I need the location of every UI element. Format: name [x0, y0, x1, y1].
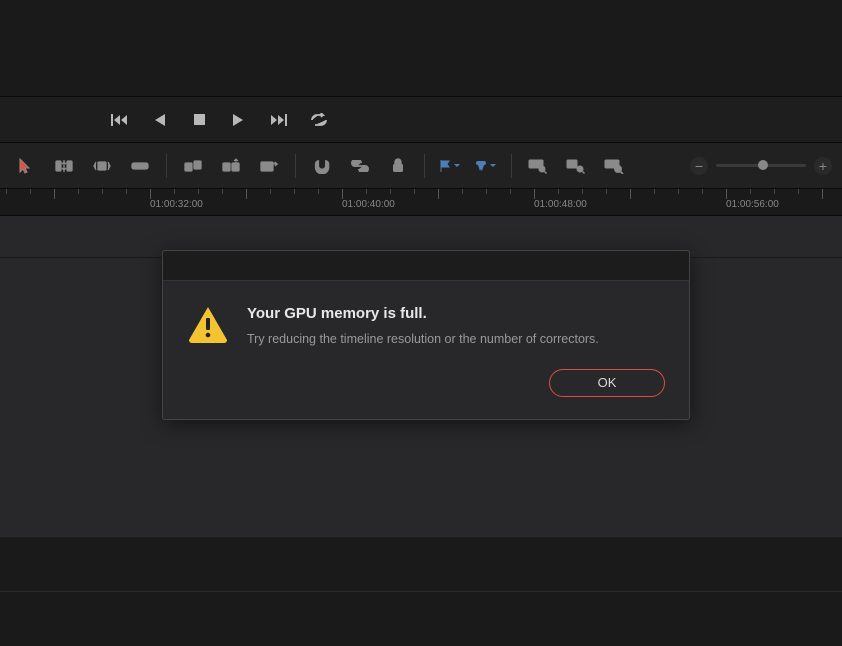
ruler-tick — [510, 189, 511, 194]
loop-button[interactable] — [310, 111, 328, 129]
lower-row — [0, 536, 842, 591]
chevron-down-icon — [453, 162, 461, 170]
ruler-tick — [390, 189, 391, 194]
replace-clip-tool[interactable] — [253, 150, 285, 182]
ok-button[interactable]: OK — [549, 369, 665, 397]
ruler-tick — [438, 189, 439, 199]
lock-tool[interactable] — [382, 150, 414, 182]
dialog-titlebar[interactable] — [163, 251, 689, 281]
flag-marker-2[interactable] — [471, 159, 501, 173]
ruler-tick — [54, 189, 55, 199]
viewer-area — [0, 0, 842, 97]
ruler-tick — [294, 189, 295, 194]
ruler-tick — [486, 189, 487, 194]
razor-tool[interactable] — [124, 150, 156, 182]
toolbar-separator — [424, 154, 425, 178]
dialog-title: Your GPU memory is full. — [247, 305, 665, 322]
ruler-tick — [630, 189, 631, 199]
timeline-ruler[interactable]: 01:00:32:00 01:00:40:00 01:00:48:00 01:00:5… — [0, 189, 842, 216]
ruler-tick — [702, 189, 703, 194]
gpu-memory-dialog: Your GPU memory is full. Try reducing th… — [162, 250, 690, 420]
chevron-down-icon — [489, 162, 497, 170]
toolbar-separator — [166, 154, 167, 178]
ruler-tick — [318, 189, 319, 194]
ruler-tick — [174, 189, 175, 194]
zoom-slider[interactable] — [716, 164, 806, 167]
ruler-tick — [342, 189, 343, 199]
flag-marker-1[interactable] — [435, 159, 465, 173]
ruler-tick — [246, 189, 247, 199]
ruler-tick — [606, 189, 607, 194]
skip-back-button[interactable] — [110, 111, 128, 129]
ruler-timecode: 01:00:48:00 — [534, 199, 587, 210]
ruler-tick — [750, 189, 751, 194]
dialog-footer: OK — [163, 369, 689, 419]
blade-tool[interactable] — [48, 150, 80, 182]
insert-clip-tool[interactable] — [177, 150, 209, 182]
ruler-tick — [462, 189, 463, 194]
ruler-tick — [822, 189, 823, 199]
ruler-tick — [6, 189, 7, 194]
play-button[interactable] — [230, 111, 248, 129]
ruler-tick — [798, 189, 799, 194]
ruler-tick — [558, 189, 559, 194]
ruler-tick — [270, 189, 271, 194]
ruler-tick — [222, 189, 223, 194]
overwrite-clip-tool[interactable] — [215, 150, 247, 182]
dialog-body: Your GPU memory is full. Try reducing th… — [163, 281, 689, 369]
zoom-out-button[interactable]: − — [690, 157, 708, 175]
zoom-view-1[interactable] — [522, 150, 554, 182]
play-reverse-button[interactable] — [150, 111, 168, 129]
toolbar-separator — [295, 154, 296, 178]
ruler-tick — [78, 189, 79, 194]
stop-button[interactable] — [190, 111, 208, 129]
ruler-tick — [678, 189, 679, 194]
trim-tool[interactable] — [86, 150, 118, 182]
ruler-tick — [30, 189, 31, 194]
toolbar-separator — [511, 154, 512, 178]
dialog-description: Try reducing the timeline resolution or … — [247, 330, 665, 349]
pointer-tool[interactable] — [10, 150, 42, 182]
ruler-tick — [774, 189, 775, 194]
ruler-timecode: 01:00:32:00 — [150, 199, 203, 210]
ruler-tick — [654, 189, 655, 194]
ruler-tick — [726, 189, 727, 199]
ruler-tick — [582, 189, 583, 194]
dialog-text: Your GPU memory is full. Try reducing th… — [247, 305, 665, 349]
zoom-slider-handle[interactable] — [758, 160, 768, 170]
ruler-tick — [198, 189, 199, 194]
ruler-tick — [366, 189, 367, 194]
ruler-timecode: 01:00:40:00 — [342, 199, 395, 210]
ruler-tick — [150, 189, 151, 199]
edit-toolbar: − + — [0, 143, 842, 189]
zoom-view-2[interactable] — [560, 150, 592, 182]
playback-controls — [0, 97, 842, 143]
lower-panel — [0, 536, 842, 646]
ruler-tick — [414, 189, 415, 194]
link-tool[interactable] — [344, 150, 376, 182]
ruler-timecode: 01:00:56:00 — [726, 199, 779, 210]
ruler-tick — [126, 189, 127, 194]
zoom-view-3[interactable] — [598, 150, 630, 182]
ruler-tick — [102, 189, 103, 194]
snap-magnet-tool[interactable] — [306, 150, 338, 182]
zoom-in-button[interactable]: + — [814, 157, 832, 175]
ruler-tick — [534, 189, 535, 199]
zoom-slider-group: − + — [690, 157, 832, 175]
warning-icon — [187, 305, 229, 349]
skip-forward-button[interactable] — [270, 111, 288, 129]
